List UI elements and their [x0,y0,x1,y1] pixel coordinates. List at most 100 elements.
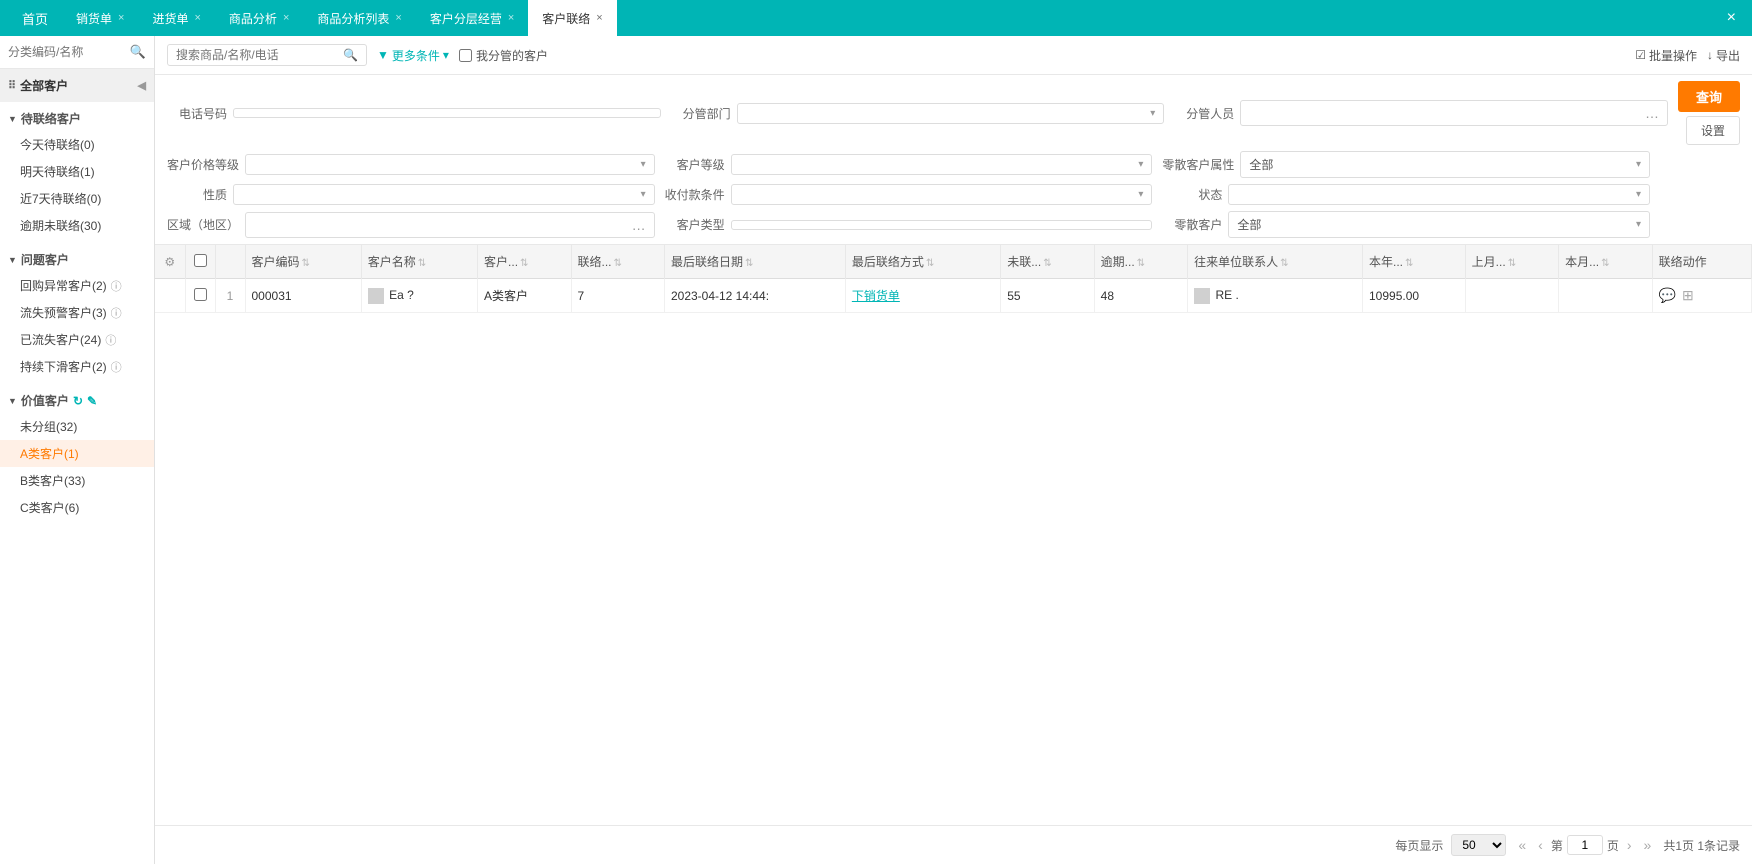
nav-tab-purchase[interactable]: 进货单 × [138,0,214,36]
row-num: 1 [215,279,245,313]
input-price-level[interactable]: ▾ [245,154,655,175]
row-yearamount: 10995.00 [1363,279,1466,313]
page-size-label: 每页显示 [1395,837,1443,854]
close-tab-customer-contact[interactable]: × [596,12,602,24]
col-lastmethod-header[interactable]: 最后联络方式⇅ [845,245,1000,279]
close-tab-analysis-list[interactable]: × [395,12,401,24]
label-phone: 电话号码 [167,105,227,122]
row-lastmethod[interactable]: 下销货单 [845,279,1000,313]
sidebar-item-class-b[interactable]: B类客户(33) [0,467,154,494]
sidebar-item-class-a[interactable]: A类客户(1) [0,440,154,467]
col-type-header[interactable]: 客户...⇅ [478,245,571,279]
info-icon-lost: ⓘ [105,332,116,348]
row-check[interactable] [185,279,215,313]
col-lastmonth-header[interactable]: 上月...⇅ [1465,245,1558,279]
nav-home[interactable]: 首页 [8,0,62,36]
sidebar-item-loss-warning[interactable]: 流失预警客户(3) ⓘ [0,299,154,326]
input-payment[interactable]: ▾ [731,184,1153,205]
page-num-input[interactable] [1567,835,1603,855]
group-title-pending[interactable]: ▼ 待联络客户 [0,106,154,131]
input-nature[interactable]: ▾ [233,184,655,205]
page-size-select[interactable]: 50 100 200 [1451,834,1506,856]
nav-tab-analysis[interactable]: 商品分析 × [215,0,303,36]
window-close-button[interactable]: × [1719,9,1744,27]
row-contactperson: RE . [1188,279,1363,313]
sidebar-item-today[interactable]: 今天待联络(0) [0,131,154,158]
col-contactperson-header[interactable]: 往来单位联系人⇅ [1188,245,1363,279]
sidebar-item-tomorrow[interactable]: 明天待联络(1) [0,158,154,185]
info-icon-repurchase: ⓘ [111,278,122,294]
last-page-btn[interactable]: » [1640,835,1656,855]
input-customer-type[interactable] [731,220,1153,230]
close-tab-customer-tier[interactable]: × [508,12,514,24]
more-filters-btn[interactable]: ▼ 更多条件 ▾ [377,47,449,64]
settings-button[interactable]: 设置 [1686,116,1740,145]
sidebar-item-overdue[interactable]: 逾期未联络(30) [0,212,154,239]
dots-region[interactable]: … [632,217,646,233]
sidebar-item-repurchase-anomaly[interactable]: 回购异常客户(2) ⓘ [0,272,154,299]
col-overdue-header[interactable]: 逾期...⇅ [1094,245,1187,279]
input-scatter-customer[interactable]: 全部 ▾ [1228,211,1650,238]
prev-page-btn[interactable]: ‹ [1534,835,1547,855]
close-tab-purchase[interactable]: × [194,12,200,24]
nav-tab-customer-contact[interactable]: 客户联络 × [528,0,616,36]
first-page-btn[interactable]: « [1514,835,1530,855]
nav-tab-salesorder[interactable]: 销货单 × [62,0,138,36]
nav-tab-analysis-list[interactable]: 商品分析列表 × [303,0,415,36]
edit-value-icon[interactable]: ✎ [87,394,97,408]
input-manager[interactable]: … [1240,100,1668,126]
row-action-message[interactable]: 💬 [1659,287,1676,304]
col-yearamount-header[interactable]: 本年...⇅ [1363,245,1466,279]
row-action-more[interactable]: ⊞ [1682,287,1694,304]
close-tab-analysis[interactable]: × [283,12,289,24]
label-scatter-attr: 零散客户属性 [1162,156,1234,173]
export-icon: ↓ [1707,48,1713,62]
input-region[interactable]: … [245,212,655,238]
group-title-value[interactable]: ▼ 价值客户 ↻ ✎ [0,388,154,413]
nav-tab-customer-tier[interactable]: 客户分层经营 × [416,0,528,36]
group-value-customers: ▼ 价值客户 ↻ ✎ 未分组(32) A类客户(1) B类客户(33) C类客户… [0,384,154,525]
sidebar-item-declining[interactable]: 持续下滑客户(2) ⓘ [0,353,154,380]
filter-search-input[interactable] [176,48,339,62]
close-tab-salesorder[interactable]: × [118,12,124,24]
row-checkbox[interactable] [194,288,207,301]
sidebar-search-input[interactable] [8,45,126,59]
input-status[interactable]: ▾ [1228,184,1650,205]
group-title-problem[interactable]: ▼ 问题客户 [0,247,154,272]
batch-ops-btn[interactable]: ☑ 批量操作 [1635,47,1697,64]
input-customer-level[interactable]: ▾ [731,154,1153,175]
all-customers-header[interactable]: ⠿ 全部客户 ◀ [0,69,154,102]
input-scatter-attr[interactable]: 全部 ▾ [1240,151,1650,178]
input-phone[interactable] [233,108,661,118]
col-code-header[interactable]: 客户编码⇅ [245,245,361,279]
filter-search-icon[interactable]: 🔍 [343,48,358,62]
row-overdue: 48 [1094,279,1187,313]
col-gear-header[interactable]: ⚙ [155,245,185,279]
select-all-checkbox[interactable] [194,254,207,267]
field-region: 区域（地区） … [167,212,655,238]
next-page-btn[interactable]: › [1623,835,1636,855]
sidebar-item-7days[interactable]: 近7天待联络(0) [0,185,154,212]
label-nature: 性质 [167,186,227,203]
dots-manager[interactable]: … [1645,105,1659,121]
label-scatter-customer: 零散客户 [1162,216,1222,233]
sidebar-item-lost[interactable]: 已流失客户(24) ⓘ [0,326,154,353]
my-customers-checkbox[interactable]: 我分管的客户 [459,47,548,64]
col-check-header[interactable] [185,245,215,279]
col-notcontact-header[interactable]: 未联...⇅ [1001,245,1094,279]
sidebar-search-icon[interactable]: 🔍 [130,44,146,60]
col-contact-header[interactable]: 联络...⇅ [571,245,664,279]
col-lastdate-header[interactable]: 最后联络日期⇅ [664,245,845,279]
input-dept[interactable]: ▾ [737,103,1165,124]
refresh-value-icon[interactable]: ↻ [73,394,83,408]
col-name-header[interactable]: 客户名称⇅ [361,245,477,279]
row-type: A类客户 [478,279,571,313]
query-button[interactable]: 查询 [1678,81,1740,112]
collapse-sidebar-icon: ◀ [138,79,146,92]
sidebar-item-ungrouped[interactable]: 未分组(32) [0,413,154,440]
col-thismonth-header[interactable]: 本月...⇅ [1559,245,1652,279]
my-customers-check[interactable] [459,49,472,62]
export-btn[interactable]: ↓ 导出 [1707,47,1740,64]
field-payment: 收付款条件 ▾ [665,184,1153,205]
sidebar-item-class-c[interactable]: C类客户(6) [0,494,154,521]
